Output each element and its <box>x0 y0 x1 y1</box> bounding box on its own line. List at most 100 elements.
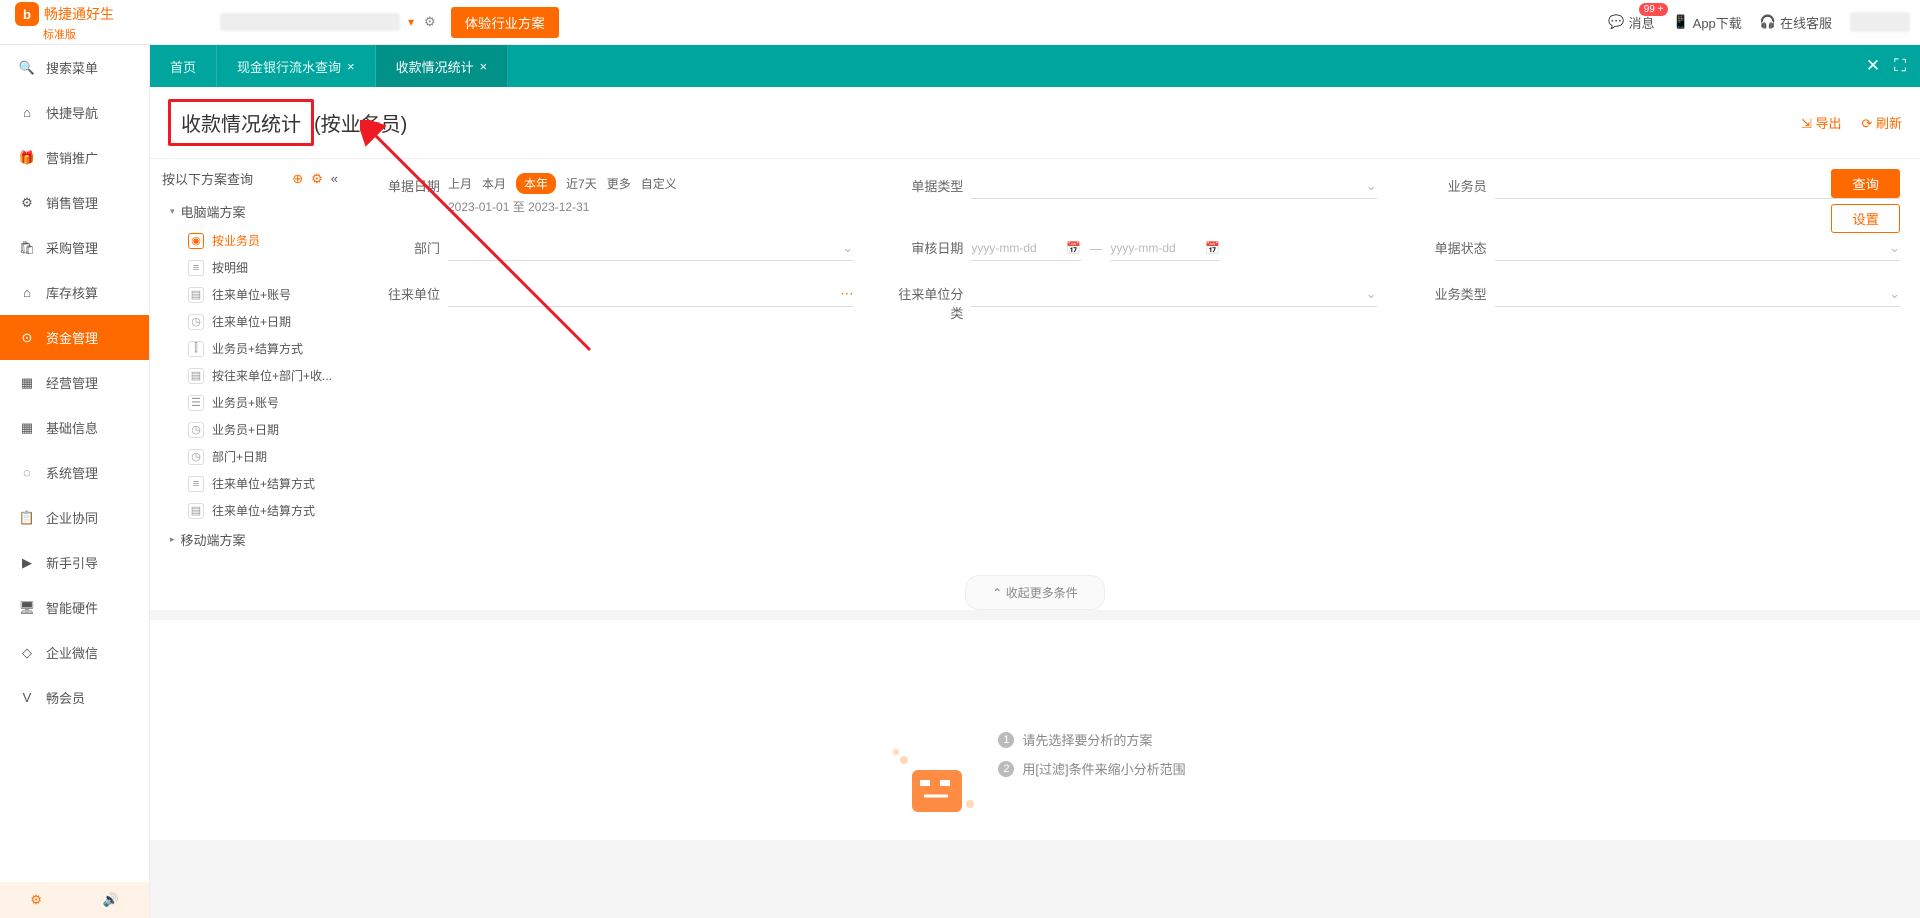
nav-label: 销售管理 <box>46 193 98 212</box>
nav-label: 新手引导 <box>46 553 98 572</box>
biz-type-select[interactable]: ⌄ <box>1495 281 1900 307</box>
empty-content-area: 1请先选择要分析的方案 2用[过滤]条件来缩小分析范围 <box>150 620 1920 840</box>
partner-select[interactable]: ⋯ <box>448 281 853 307</box>
avatar-hidden[interactable] <box>1850 12 1910 32</box>
export-button[interactable]: ⇲ 导出 <box>1801 113 1842 132</box>
date-option[interactable]: 近7天 <box>566 175 597 192</box>
tab-0[interactable]: 首页 <box>150 45 217 87</box>
nav-item-3[interactable]: ⚙销售管理 <box>0 180 149 225</box>
org-name-hidden <box>220 13 400 31</box>
refresh-icon: ⟳ <box>1861 116 1876 131</box>
date-option[interactable]: 本月 <box>482 175 506 192</box>
org-switcher[interactable]: ▾ <box>220 13 414 31</box>
scheme-panel: 按以下方案查询 ⊕ ⚙ « ▾ 电脑端方案 ◉按业务员≡按明细▤往来单位+账号◷… <box>150 159 350 565</box>
nav-label: 资金管理 <box>46 328 98 347</box>
caret-down-icon: ▾ <box>170 206 175 217</box>
page-title-highlighted: 收款情况统计 <box>168 99 314 146</box>
nav-item-11[interactable]: ▶新手引导 <box>0 540 149 585</box>
nav-item-4[interactable]: 🛍采购管理 <box>0 225 149 270</box>
partner-category-select[interactable]: ⌄ <box>971 281 1376 307</box>
nav-item-12[interactable]: 🖥智能硬件 <box>0 585 149 630</box>
nav-item-13[interactable]: ◇ 企业微信 <box>0 630 149 675</box>
nav-item-10[interactable]: 📋企业协同 <box>0 495 149 540</box>
nav-item-8[interactable]: ▦基础信息 <box>0 405 149 450</box>
nav-item-14[interactable]: V畅会员 <box>0 675 149 720</box>
customer-service-link[interactable]: 🎧 在线客服 <box>1760 13 1832 32</box>
scheme-item-8[interactable]: ◷部门+日期 <box>162 443 338 470</box>
bag-icon: 🛍 <box>18 239 36 257</box>
scheme-item-1[interactable]: ≡按明细 <box>162 254 338 281</box>
bill-date-label: 单据日期 <box>370 173 440 195</box>
scheme-item-2[interactable]: ▤往来单位+账号 <box>162 281 338 308</box>
grid-icon: ▦ <box>18 419 36 437</box>
date-option[interactable]: 更多 <box>607 175 631 192</box>
collapse-filters-button[interactable]: ⌃ 收起更多条件 <box>965 575 1105 610</box>
scheme-collapse-icon[interactable]: « <box>331 171 338 186</box>
nav-item-1[interactable]: ⌂快捷导航 <box>0 90 149 135</box>
scheme-item-3[interactable]: ◷往来单位+日期 <box>162 308 338 335</box>
logo-subtitle: 标准版 <box>43 26 76 42</box>
scheme-item-label: 业务员+结算方式 <box>212 340 303 357</box>
date-option[interactable]: 本年 <box>516 173 556 194</box>
more-icon: ⋯ <box>840 286 853 302</box>
tab-label: 收款情况统计 <box>396 57 474 76</box>
footer-sound-icon[interactable]: 🔊 <box>103 892 119 908</box>
scheme-item-5[interactable]: ▤按往来单位+部门+收... <box>162 362 338 389</box>
refresh-button[interactable]: ⟳ 刷新 <box>1861 113 1902 132</box>
nav-label: 智能硬件 <box>46 598 98 617</box>
scheme-item-label: 往来单位+日期 <box>212 313 291 330</box>
fullscreen-icon[interactable]: ⛶ <box>1894 56 1906 76</box>
doc-icon: ▤ <box>188 503 204 519</box>
bill-status-label: 单据状态 <box>1417 235 1487 257</box>
date-option[interactable]: 上月 <box>448 175 472 192</box>
tab-1[interactable]: 现金银行流水查询× <box>217 45 376 87</box>
nav-label: 企业微信 <box>46 643 98 662</box>
footer-gear-icon[interactable]: ⚙ <box>30 892 42 908</box>
settings-button[interactable]: 设置 <box>1831 204 1900 233</box>
dept-select[interactable]: ⌄ <box>448 235 853 261</box>
scheme-group-desktop[interactable]: ▾ 电脑端方案 <box>162 196 338 227</box>
app-download-link[interactable]: 📱 App下载 <box>1672 13 1741 32</box>
scheme-item-9[interactable]: ≡往来单位+结算方式 <box>162 470 338 497</box>
scheme-item-4[interactable]: ⫿业务员+结算方式 <box>162 335 338 362</box>
nav-item-2[interactable]: 🎁 营销推广 <box>0 135 149 180</box>
audit-date-from[interactable]: yyyy-mm-dd📅 <box>971 235 1081 261</box>
scheme-item-7[interactable]: ◷业务员+日期 <box>162 416 338 443</box>
nav-item-0[interactable]: 🔍搜索菜单 <box>0 45 149 90</box>
bill-status-select[interactable]: ⌄ <box>1495 235 1900 261</box>
left-nav: 🔍搜索菜单⌂快捷导航🎁营销推广⚙销售管理🛍采购管理⌂库存核算⊙资金管理▦经营管理… <box>0 45 150 918</box>
wechat-icon: ◇ <box>18 644 36 662</box>
tab-close-icon[interactable]: × <box>347 59 355 74</box>
page-title-suffix: (按业务员) <box>314 108 407 137</box>
nav-label: 营销推广 <box>46 148 98 167</box>
scheme-item-10[interactable]: ▤往来单位+结算方式 <box>162 497 338 524</box>
tab-bar: 首页现金银行流水查询× 收款情况统计 × ✕ ⛶ <box>150 45 1920 87</box>
messages-link[interactable]: 💬 消息 99 + <box>1608 13 1654 32</box>
scheme-item-6[interactable]: ☰业务员+账号 <box>162 389 338 416</box>
nav-item-7[interactable]: ▦经营管理 <box>0 360 149 405</box>
nav-item-5[interactable]: ⌂库存核算 <box>0 270 149 315</box>
query-button[interactable]: 查询 <box>1831 169 1900 198</box>
gear-icon[interactable]: ⚙ <box>424 14 436 30</box>
tab-close-all-icon[interactable]: ✕ <box>1866 56 1880 76</box>
tab-close-icon[interactable]: × <box>480 59 488 74</box>
scheme-gear-icon[interactable]: ⚙ <box>311 171 323 187</box>
scheme-item-0[interactable]: ◉按业务员 <box>162 227 338 254</box>
scheme-item-label: 部门+日期 <box>212 448 267 465</box>
page-head: 收款情况统计 (按业务员) ⇲ 导出 ⟳ 刷新 <box>150 87 1920 159</box>
date-option[interactable]: 自定义 <box>641 175 677 192</box>
hint-text-1: 请先选择要分析的方案 <box>1022 730 1152 749</box>
bars-icon: ≡ <box>188 476 204 492</box>
nav-item-6[interactable]: ⊙资金管理 <box>0 315 149 360</box>
clock2-icon: ◷ <box>188 422 204 438</box>
nav-item-9[interactable]: ◌系统管理 <box>0 450 149 495</box>
bill-type-select[interactable]: ⌄ <box>971 173 1376 199</box>
bars-icon: ≡ <box>188 260 204 276</box>
gift-icon: 🎁 <box>18 149 36 167</box>
scheme-add-icon[interactable]: ⊕ <box>292 171 303 187</box>
scheme-group-mobile[interactable]: ▸ 移动端方案 <box>162 524 338 555</box>
trial-button[interactable]: 体验行业方案 <box>451 7 559 38</box>
messages-badge: 99 + <box>1639 3 1669 16</box>
tab-2[interactable]: 收款情况统计 × <box>376 45 509 87</box>
audit-date-to[interactable]: yyyy-mm-dd📅 <box>1110 235 1220 261</box>
